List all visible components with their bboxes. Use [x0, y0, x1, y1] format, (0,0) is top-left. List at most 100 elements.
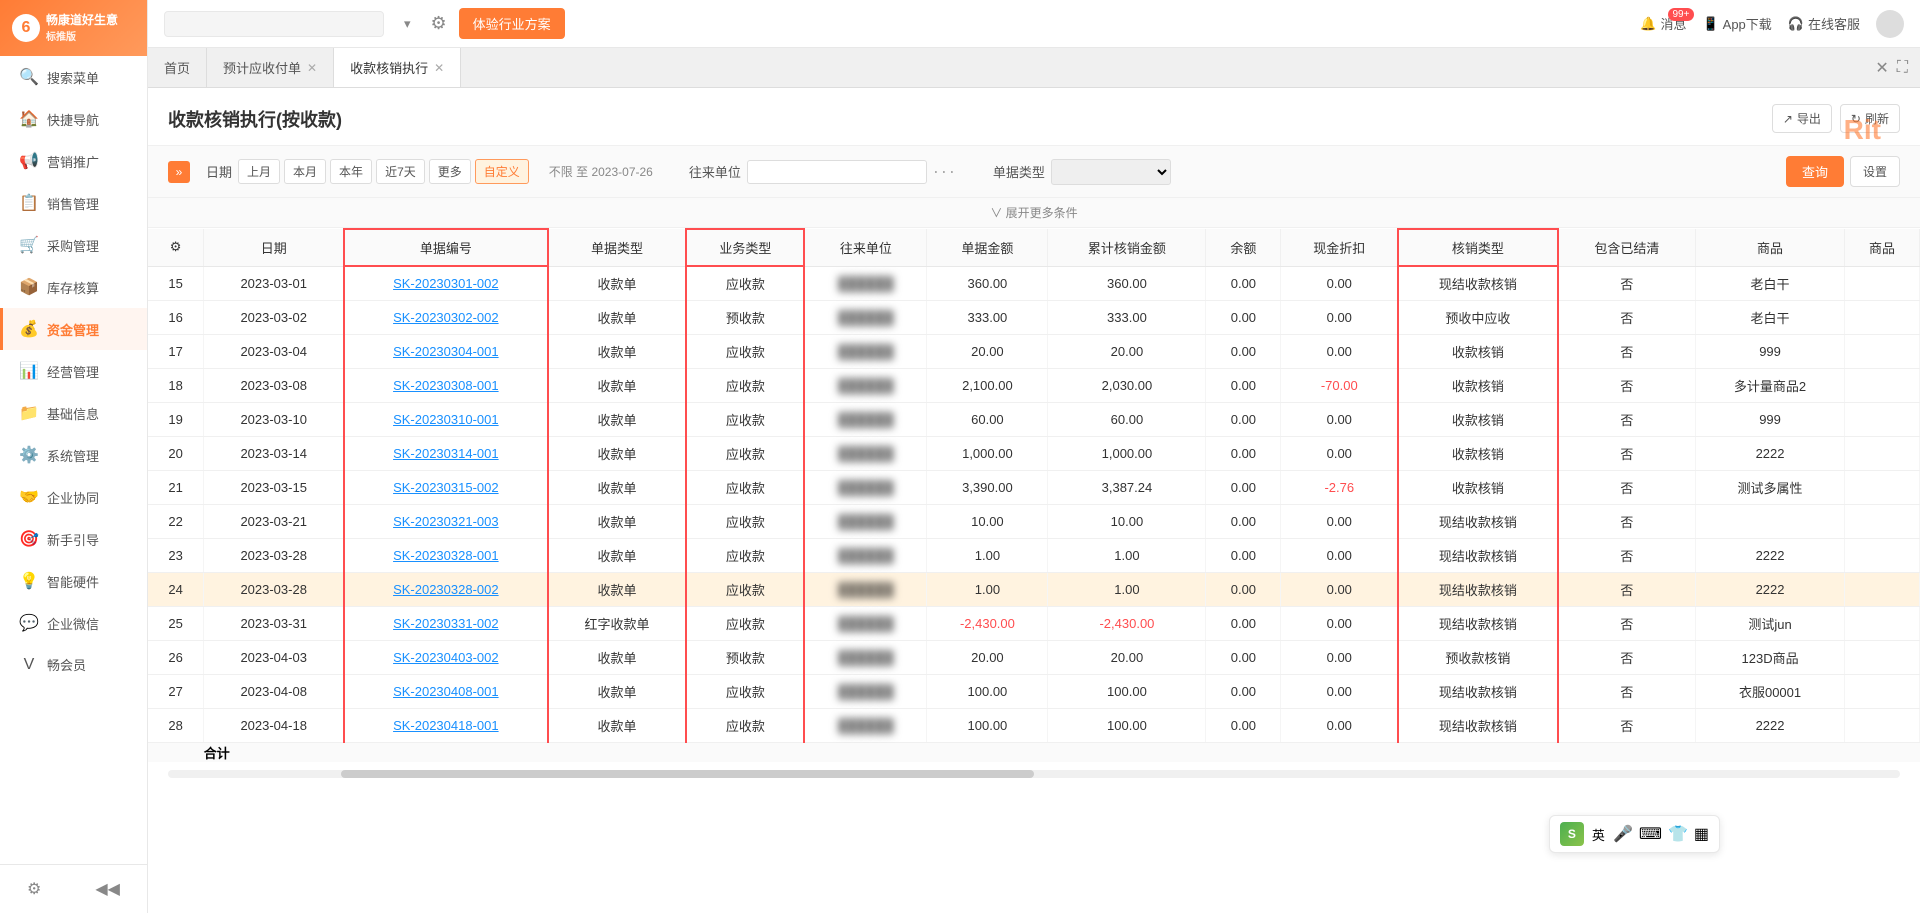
col-date[interactable]: 日期	[204, 229, 344, 266]
table-cell: 20.00	[1048, 335, 1206, 369]
recent7-btn[interactable]: 近7天	[376, 159, 425, 184]
avatar[interactable]	[1876, 10, 1904, 38]
sidebar-item-finance[interactable]: 💰 资金管理	[0, 308, 147, 350]
table-cell[interactable]: SK-20230321-003	[344, 505, 547, 539]
sidebar-item-inventory[interactable]: 📦 库存核算	[0, 266, 147, 308]
sidebar-item-wechat[interactable]: 💬 企业微信	[0, 602, 147, 644]
col-amount[interactable]: 单据金额	[927, 229, 1048, 266]
col-discount[interactable]: 现金折扣	[1281, 229, 1398, 266]
table-cell[interactable]: SK-20230314-001	[344, 437, 547, 471]
col-verified[interactable]: 累计核销金额	[1048, 229, 1206, 266]
search-icon: 🔍	[19, 67, 39, 87]
sidebar-item-member[interactable]: V 畅会员	[0, 644, 147, 685]
col-gear[interactable]: ⚙	[148, 229, 204, 266]
keyboard-icon[interactable]: ⌨	[1639, 824, 1662, 844]
more-date-btn[interactable]: 更多	[429, 159, 471, 184]
sidebar-item-sales[interactable]: 📋 销售管理	[0, 182, 147, 224]
table-row: 222023-03-21SK-20230321-003收款单应收款██████1…	[148, 505, 1920, 539]
sidebar-item-search[interactable]: 🔍 搜索菜单	[0, 56, 147, 98]
custom-date-btn[interactable]: 自定义	[475, 159, 529, 184]
export-button[interactable]: ↗ 导出	[1772, 104, 1832, 133]
grid-icon[interactable]: ▦	[1694, 824, 1709, 844]
settings-bottom-btn[interactable]: ⚙	[17, 873, 51, 905]
table-cell[interactable]: SK-20230315-002	[344, 471, 547, 505]
query-button[interactable]: 查询	[1786, 156, 1844, 187]
sidebar-item-smart-hw[interactable]: 💡 智能硬件	[0, 560, 147, 602]
collapse-btn[interactable]: ◀◀	[85, 873, 130, 905]
col-goods2[interactable]: 商品	[1844, 229, 1919, 266]
sidebar-item-cooperation[interactable]: 🤝 企业协同	[0, 476, 147, 518]
this-year-btn[interactable]: 本年	[330, 159, 372, 184]
main-content: ▾ ⚙ 体验行业方案 🔔 消息 99+ 📱 App下载 🎧 在线客服 首页	[148, 0, 1920, 913]
table-cell: 否	[1558, 641, 1696, 675]
sidebar-item-purchase[interactable]: 🛒 采购管理	[0, 224, 147, 266]
solution-button[interactable]: 体验行业方案	[459, 8, 565, 39]
table-cell: 123D商品	[1696, 641, 1845, 675]
table-cell[interactable]: SK-20230328-002	[344, 573, 547, 607]
table-cell: 60.00	[1048, 403, 1206, 437]
sidebar-item-beginner[interactable]: 🎯 新手引导	[0, 518, 147, 560]
tab-expand-btn[interactable]: ⛶	[1897, 59, 1908, 77]
table-cell: 10.00	[927, 505, 1048, 539]
table-cell[interactable]: SK-20230302-002	[344, 301, 547, 335]
last-month-btn[interactable]: 上月	[238, 159, 280, 184]
table-cell: 2222	[1696, 437, 1845, 471]
col-biz-type[interactable]: 业务类型	[686, 229, 804, 266]
app-download-button[interactable]: 📱 App下载	[1702, 14, 1771, 33]
tab-collection[interactable]: 收款核销执行 ✕	[334, 48, 461, 87]
table-cell: 2023-03-15	[204, 471, 344, 505]
filter-setting-button[interactable]: 设置	[1850, 156, 1900, 187]
table-cell: 收款单	[548, 539, 687, 573]
sidebar-item-quick-nav[interactable]: 🏠 快捷导航	[0, 98, 147, 140]
search-input[interactable]	[164, 11, 384, 37]
sidebar-logo: 6 畅康道好生意 标推版	[0, 0, 147, 56]
table-cell: 收款核销	[1398, 335, 1558, 369]
table-cell: 20.00	[927, 641, 1048, 675]
table-cell[interactable]: SK-20230418-001	[344, 709, 547, 743]
table-cell: 1.00	[927, 539, 1048, 573]
shirt-icon[interactable]: 👕	[1668, 824, 1688, 844]
tab-close-prereceipt[interactable]: ✕	[307, 61, 317, 75]
message-button[interactable]: 🔔 消息 99+	[1640, 14, 1686, 33]
col-doc-type[interactable]: 单据类型	[548, 229, 687, 266]
table-cell[interactable]: SK-20230301-002	[344, 266, 547, 301]
tab-prereceipt[interactable]: 预计应收付单 ✕	[207, 48, 334, 87]
handshake-icon: 🤝	[19, 487, 39, 507]
tab-close-collection[interactable]: ✕	[434, 61, 444, 75]
col-partner[interactable]: 往来单位	[804, 229, 926, 266]
topbar-gear-icon[interactable]: ⚙	[431, 13, 447, 34]
table-cell[interactable]: SK-20230328-001	[344, 539, 547, 573]
table-cell[interactable]: SK-20230310-001	[344, 403, 547, 437]
table-cell: 否	[1558, 505, 1696, 539]
col-goods[interactable]: 商品	[1696, 229, 1845, 266]
table-scrollbar[interactable]	[168, 770, 1900, 778]
notifications-area: 🔔 消息 99+ 📱 App下载 🎧 在线客服	[1640, 10, 1904, 38]
dropdown-arrow[interactable]: ▾	[396, 11, 419, 37]
col-balance[interactable]: 余额	[1206, 229, 1281, 266]
filter-expand-button[interactable]: »	[168, 161, 190, 183]
expand-more-bar[interactable]: ∨ 展开更多条件	[148, 198, 1920, 228]
sidebar-item-basic-info[interactable]: 📁 基础信息	[0, 392, 147, 434]
this-month-btn[interactable]: 本月	[284, 159, 326, 184]
table-cell[interactable]: SK-20230304-001	[344, 335, 547, 369]
table-cell: ██████	[804, 301, 926, 335]
sidebar-item-operations[interactable]: 📊 经营管理	[0, 350, 147, 392]
col-cancel-type[interactable]: 核销类型	[1398, 229, 1558, 266]
col-doc-no[interactable]: 单据编号	[344, 229, 547, 266]
table-cell[interactable]: SK-20230308-001	[344, 369, 547, 403]
table-cell[interactable]: SK-20230408-001	[344, 675, 547, 709]
sidebar-item-marketing[interactable]: 📢 营销推广	[0, 140, 147, 182]
table-cell: 2023-03-28	[204, 573, 344, 607]
table-cell: 2023-03-28	[204, 539, 344, 573]
tab-home[interactable]: 首页	[148, 48, 207, 87]
sidebar-item-system[interactable]: ⚙️ 系统管理	[0, 434, 147, 476]
online-service-button[interactable]: 🎧 在线客服	[1788, 14, 1860, 33]
table-cell: 28	[148, 709, 204, 743]
partner-input[interactable]	[747, 160, 927, 184]
doc-type-select[interactable]	[1051, 159, 1171, 185]
col-include-settled[interactable]: 包含已结清	[1558, 229, 1696, 266]
table-cell[interactable]: SK-20230403-002	[344, 641, 547, 675]
tab-close-btn[interactable]: ✕	[1875, 58, 1888, 78]
table-cell[interactable]: SK-20230331-002	[344, 607, 547, 641]
mic-icon[interactable]: 🎤	[1613, 824, 1633, 844]
